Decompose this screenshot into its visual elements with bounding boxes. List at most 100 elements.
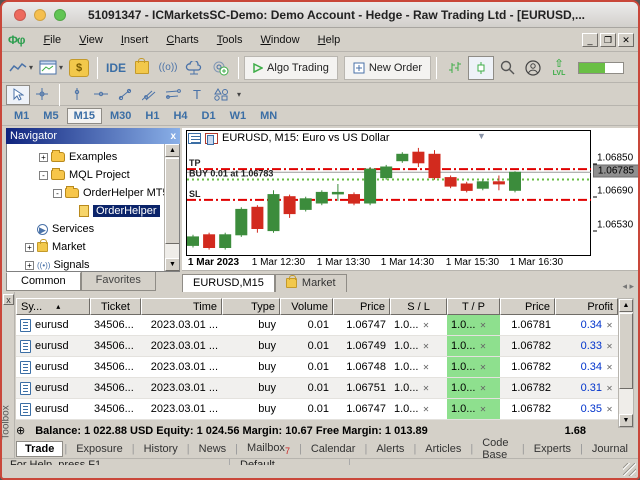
- timeframe-m15[interactable]: M15: [66, 108, 102, 124]
- remove-sl-icon[interactable]: ✕: [421, 405, 430, 414]
- column-header-tp[interactable]: T / P: [447, 298, 500, 315]
- tree-item-services[interactable]: ▶ Services: [7, 220, 179, 238]
- table-row[interactable]: eurusd 34506... 2023.03.01 ... buy 0.01 1.067…: [16, 399, 622, 420]
- menu-item-help[interactable]: Help: [309, 31, 350, 49]
- scroll-down-icon[interactable]: ▼: [165, 258, 179, 271]
- tree-toggle-icon[interactable]: -: [39, 170, 48, 180]
- column-header-sl[interactable]: S / L: [390, 298, 447, 315]
- tree-item-mql-project[interactable]: - MQL Project: [7, 166, 179, 184]
- profile-button[interactable]: [520, 56, 546, 80]
- remove-sl-icon[interactable]: ✕: [421, 321, 430, 330]
- price-axis[interactable]: 1.06850 1.06690 1.06530 1.06785: [593, 130, 638, 256]
- vertical-line-tool-button[interactable]: [65, 85, 89, 105]
- table-scrollbar[interactable]: ▲ ▼: [618, 298, 634, 428]
- timeframe-mn[interactable]: MN: [254, 109, 283, 123]
- remove-tp-icon[interactable]: ✕: [478, 363, 487, 372]
- toolbox-tab-trade[interactable]: Trade: [16, 441, 64, 457]
- remove-tp-icon[interactable]: ✕: [478, 321, 487, 330]
- crosshair-tool-button[interactable]: [30, 85, 54, 105]
- close-position-icon[interactable]: ✕: [605, 384, 614, 393]
- tree-toggle-icon[interactable]: +: [25, 260, 34, 270]
- timeframe-h1[interactable]: H1: [139, 109, 165, 123]
- channel-tool-button[interactable]: [137, 85, 161, 105]
- remove-tp-icon[interactable]: ✕: [478, 342, 487, 351]
- toolbox-tab-journal[interactable]: Journal: [584, 442, 636, 456]
- menu-item-window[interactable]: Window: [251, 31, 308, 49]
- menu-item-view[interactable]: View: [70, 31, 112, 49]
- navigator-tab-common[interactable]: Common: [6, 272, 81, 291]
- tree-toggle-icon[interactable]: +: [25, 242, 34, 252]
- table-row[interactable]: eurusd 34506... 2023.03.01 ... buy 0.01 1.067…: [16, 378, 622, 399]
- ide-button[interactable]: IDE: [103, 56, 129, 80]
- minimize-button[interactable]: _: [582, 33, 598, 47]
- chart-window-small-icon[interactable]: [205, 132, 218, 145]
- table-row[interactable]: eurusd 34506... 2023.03.01 ... buy 0.01 1.067…: [16, 336, 622, 357]
- toolbox-tab-calendar[interactable]: Calendar: [303, 442, 364, 456]
- menu-item-charts[interactable]: Charts: [157, 31, 207, 49]
- tab-scroll-arrows[interactable]: ◂ ▸: [622, 281, 634, 292]
- tree-item-examples[interactable]: + Examples: [7, 148, 179, 166]
- tree-toggle-icon[interactable]: +: [39, 152, 48, 162]
- deposit-button[interactable]: $: [66, 56, 92, 80]
- equidistant-channel-tool-button[interactable]: [161, 85, 185, 105]
- chart-tab-market[interactable]: Market: [274, 274, 347, 292]
- chart-tab-eurusd-m15[interactable]: EURUSD,M15: [182, 274, 275, 292]
- navigator-tab-favorites[interactable]: Favorites: [80, 272, 156, 291]
- scroll-up-icon[interactable]: ▲: [619, 299, 633, 312]
- zoom-traffic-light[interactable]: [54, 8, 66, 21]
- remove-sl-icon[interactable]: ✕: [421, 384, 430, 393]
- status-profile[interactable]: Default: [240, 459, 350, 465]
- column-header-type[interactable]: Type: [222, 298, 280, 315]
- column-header-ticket[interactable]: Ticket: [90, 298, 141, 315]
- close-position-icon[interactable]: ✕: [605, 405, 614, 414]
- table-row[interactable]: eurusd 34506... 2023.03.01 ... buy 0.01 1.067…: [16, 357, 622, 378]
- chevron-down-icon[interactable]: ▾: [29, 63, 33, 72]
- column-header-sy[interactable]: Sy... ▴: [16, 298, 90, 315]
- more-tools-chevron-icon[interactable]: ▾: [237, 90, 241, 99]
- level-up-button[interactable]: ⇧ LVL: [546, 56, 572, 80]
- chart-panel[interactable]: EURUSD, M15: Euro vs US Dollar TP BUY 0.0…: [182, 128, 638, 270]
- close-position-icon[interactable]: ✕: [605, 321, 614, 330]
- timeframe-m1[interactable]: M1: [8, 109, 35, 123]
- text-tool-button[interactable]: T: [185, 85, 209, 105]
- bar-chart-mode-button[interactable]: [442, 56, 468, 80]
- market-button[interactable]: [129, 56, 155, 80]
- toolbox-tab-mailbox[interactable]: Mailbox7: [239, 441, 298, 457]
- vps-button[interactable]: [181, 56, 207, 80]
- horizontal-line-tool-button[interactable]: [89, 85, 113, 105]
- close-position-icon[interactable]: ✕: [605, 342, 614, 351]
- tree-item-signals[interactable]: + ((•)) Signals: [7, 256, 179, 271]
- scroll-up-icon[interactable]: ▲: [165, 144, 179, 157]
- close-traffic-light[interactable]: [14, 8, 26, 21]
- scroll-marker-icon[interactable]: ▼: [477, 131, 486, 141]
- navigator-scrollbar[interactable]: ▲ ▼: [164, 144, 179, 271]
- remove-tp-icon[interactable]: ✕: [478, 405, 487, 414]
- add-signal-button[interactable]: [207, 56, 233, 80]
- toolbox-close-icon[interactable]: x: [3, 294, 14, 305]
- minimize-traffic-light[interactable]: [34, 8, 46, 21]
- tree-item-orderhelper-mt5[interactable]: - OrderHelper MT5: [7, 184, 179, 202]
- column-header-time[interactable]: Time: [141, 298, 222, 315]
- resize-grip[interactable]: [623, 463, 636, 476]
- timeframe-m30[interactable]: M30: [104, 109, 137, 123]
- remove-sl-icon[interactable]: ✕: [421, 342, 430, 351]
- toolbox-tab-history[interactable]: History: [136, 442, 186, 456]
- menu-item-insert[interactable]: Insert: [112, 31, 158, 49]
- toolbox-tab-articles[interactable]: Articles: [417, 442, 469, 456]
- scroll-down-icon[interactable]: ▼: [619, 414, 633, 427]
- timeframe-w1[interactable]: W1: [224, 109, 253, 123]
- chart-profile-button[interactable]: ▾: [36, 56, 66, 80]
- toolbox-tab-experts[interactable]: Experts: [526, 442, 579, 456]
- restore-button[interactable]: ❐: [600, 33, 616, 47]
- toolbox-tab-news[interactable]: News: [191, 442, 235, 456]
- navigator-close-icon[interactable]: x: [170, 131, 176, 142]
- signals-button[interactable]: ((o)): [155, 56, 181, 80]
- quotes-list-icon[interactable]: [188, 132, 201, 144]
- algo-trading-button[interactable]: Algo Trading: [244, 55, 338, 80]
- close-button[interactable]: ✕: [618, 33, 634, 47]
- timeframe-h4[interactable]: H4: [167, 109, 193, 123]
- tree-item-orderhelper[interactable]: OrderHelper: [7, 202, 179, 220]
- toolbox-tab-exposure[interactable]: Exposure: [68, 442, 130, 456]
- time-axis[interactable]: 1 Mar 2023 1 Mar 12:30 1 Mar 13:30 1 Mar 14…: [186, 257, 606, 270]
- chart-type-button[interactable]: ▾: [6, 56, 36, 80]
